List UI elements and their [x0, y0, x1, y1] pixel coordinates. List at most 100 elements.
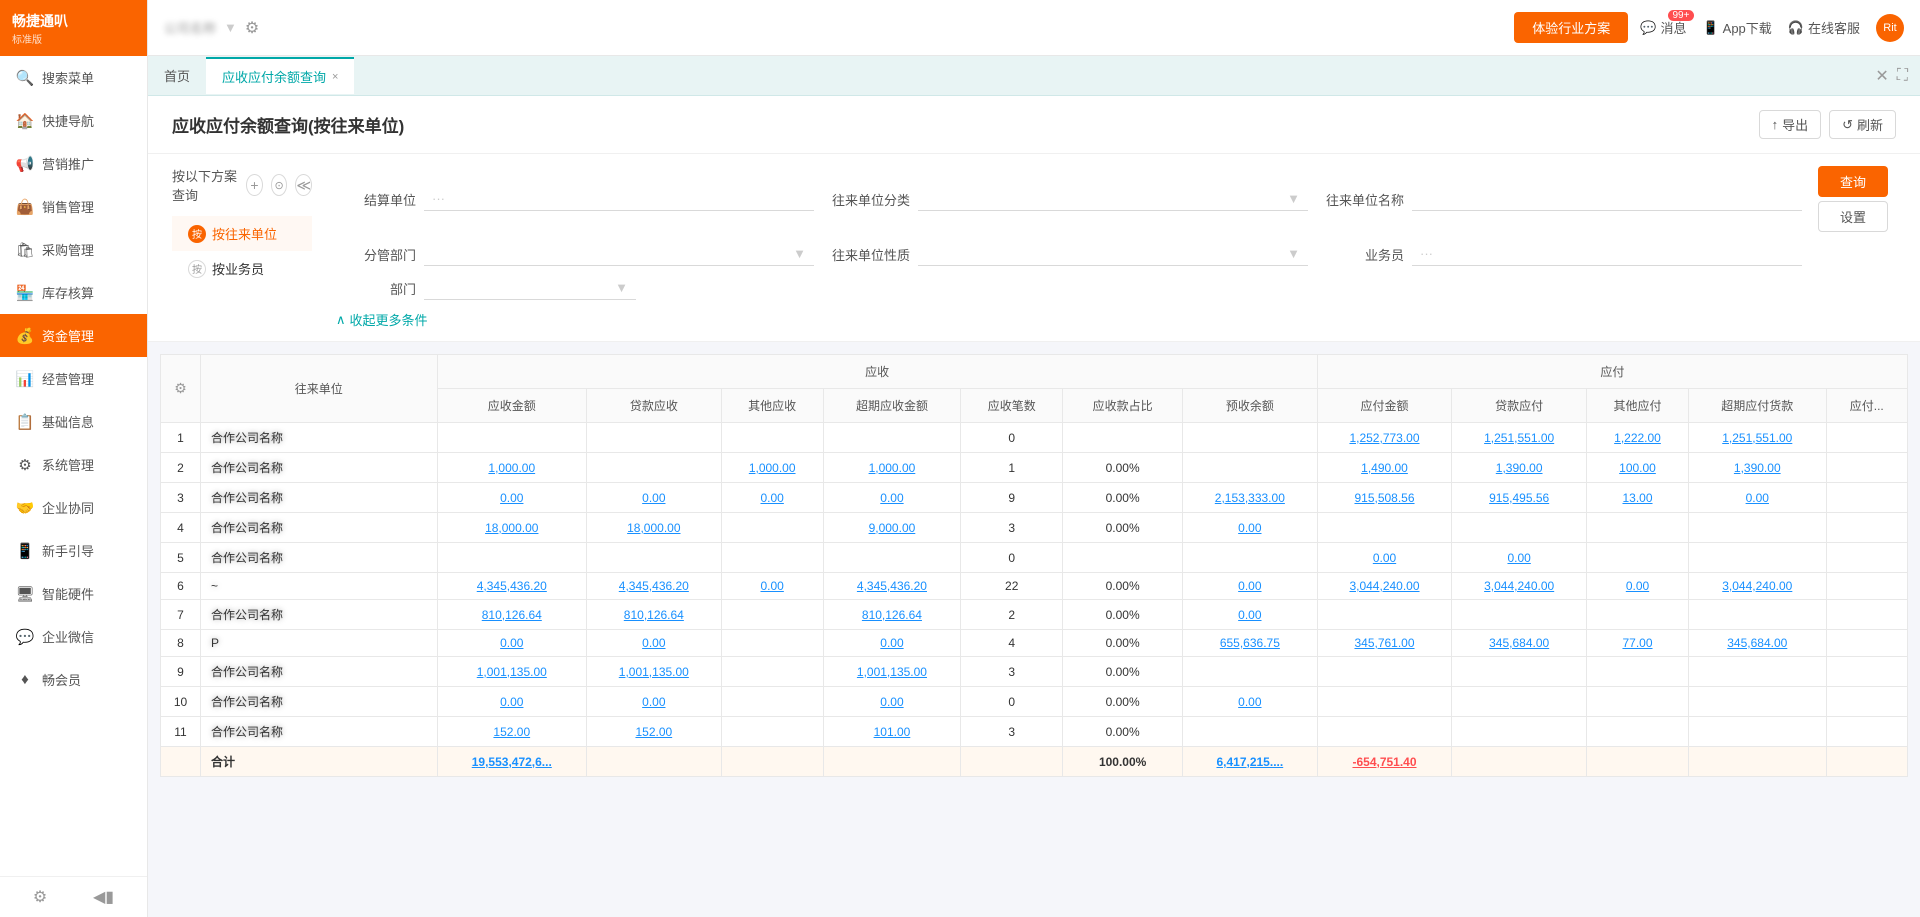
- refresh-button[interactable]: ↺ 刷新: [1829, 110, 1896, 139]
- sidebar-item-collab[interactable]: 🤝 企业协同: [0, 486, 147, 529]
- row-other-payable[interactable]: 100.00: [1586, 453, 1688, 483]
- row-loan-receivable[interactable]: 0.00: [587, 483, 722, 513]
- unit-name-input[interactable]: [1412, 187, 1802, 211]
- settings-header-icon[interactable]: ⚙: [245, 18, 259, 38]
- row-loan-payable[interactable]: 345,684.00: [1452, 630, 1587, 657]
- row-overdue-payable[interactable]: 0.00: [1689, 483, 1827, 513]
- row-overdue-receivable[interactable]: 810,126.64: [823, 600, 961, 630]
- row-overdue-receivable[interactable]: 1,000.00: [823, 453, 961, 483]
- row-prepaid-balance[interactable]: 0.00: [1183, 600, 1318, 630]
- row-payable-amount[interactable]: 345,761.00: [1317, 630, 1452, 657]
- tab-receivable[interactable]: 应收应付余额查询 ×: [206, 57, 354, 94]
- tab-maximize-icon[interactable]: ⛶: [1897, 67, 1908, 85]
- row-receivable-amount[interactable]: 0.00: [437, 483, 586, 513]
- sidebar-item-business[interactable]: 📊 经营管理: [0, 357, 147, 400]
- row-loan-receivable[interactable]: 152.00: [587, 717, 722, 747]
- row-loan-receivable[interactable]: 810,126.64: [587, 600, 722, 630]
- sidebar-item-member[interactable]: ♦ 畅会员: [0, 658, 147, 701]
- tab-home[interactable]: 首页: [148, 58, 206, 93]
- scheme-by-unit[interactable]: 按 按往来单位: [172, 216, 312, 251]
- user-avatar[interactable]: Rit: [1876, 14, 1904, 42]
- row-overdue-receivable[interactable]: 9,000.00: [823, 513, 961, 543]
- row-loan-payable[interactable]: 3,044,240.00: [1452, 573, 1587, 600]
- row-prepaid-balance[interactable]: 655,636.75: [1183, 630, 1318, 657]
- row-loan-receivable[interactable]: 18,000.00: [587, 513, 722, 543]
- unit-category-select[interactable]: ▼: [918, 187, 1308, 211]
- row-other-receivable[interactable]: 0.00: [721, 573, 823, 600]
- row-payable-amount[interactable]: 3,044,240.00: [1317, 573, 1452, 600]
- sidebar-item-finance[interactable]: 💰 资金管理: [0, 314, 147, 357]
- row-overdue-payable[interactable]: 345,684.00: [1689, 630, 1827, 657]
- row-receivable-amount[interactable]: 152.00: [437, 717, 586, 747]
- settlement-unit-input[interactable]: ···: [424, 187, 814, 211]
- row-receivable-amount[interactable]: 0.00: [437, 630, 586, 657]
- sidebar-item-wechat[interactable]: 💬 企业微信: [0, 615, 147, 658]
- row-loan-receivable[interactable]: 0.00: [587, 687, 722, 717]
- row-payable-amount[interactable]: 1,490.00: [1317, 453, 1452, 483]
- query-button[interactable]: 查询: [1818, 166, 1888, 197]
- row-overdue-payable[interactable]: 1,390.00: [1689, 453, 1827, 483]
- row-overdue-receivable[interactable]: 4,345,436.20: [823, 573, 961, 600]
- row-other-payable[interactable]: 0.00: [1586, 573, 1688, 600]
- row-overdue-receivable[interactable]: 1,001,135.00: [823, 657, 961, 687]
- row-loan-payable[interactable]: 1,390.00: [1452, 453, 1587, 483]
- collapse-button[interactable]: ∧ 收起更多条件: [336, 310, 1896, 329]
- footer-prepaid-balance[interactable]: 6,417,215....: [1183, 747, 1318, 777]
- table-settings-icon[interactable]: ⚙: [174, 380, 187, 396]
- dept-select[interactable]: ▼: [424, 276, 636, 300]
- sidebar-item-system[interactable]: ⚙ 系统管理: [0, 443, 147, 486]
- row-receivable-amount[interactable]: 18,000.00: [437, 513, 586, 543]
- row-overdue-receivable[interactable]: 101.00: [823, 717, 961, 747]
- filter-collapse-icon[interactable]: ≪: [295, 174, 312, 196]
- row-other-payable[interactable]: 13.00: [1586, 483, 1688, 513]
- row-receivable-amount[interactable]: 4,345,436.20: [437, 573, 586, 600]
- row-overdue-receivable[interactable]: 0.00: [823, 483, 961, 513]
- row-payable-amount[interactable]: 915,508.56: [1317, 483, 1452, 513]
- export-button[interactable]: ↑ 导出: [1759, 110, 1822, 139]
- sidebar-item-marketing[interactable]: 📢 营销推广: [0, 142, 147, 185]
- sidebar-item-sales[interactable]: 👜 销售管理: [0, 185, 147, 228]
- department-select[interactable]: ▼: [424, 242, 814, 266]
- setting-button[interactable]: 设置: [1818, 201, 1888, 232]
- row-other-receivable[interactable]: 1,000.00: [721, 453, 823, 483]
- online-service-item[interactable]: 🎧 在线客服: [1788, 18, 1860, 37]
- settings-bottom-icon[interactable]: ⚙: [33, 887, 47, 907]
- row-prepaid-balance[interactable]: 0.00: [1183, 513, 1318, 543]
- footer-receivable-amount[interactable]: 19,553,472,6...: [437, 747, 586, 777]
- row-loan-payable[interactable]: 1,251,551.00: [1452, 423, 1587, 453]
- sidebar-item-search[interactable]: 🔍 搜索菜单: [0, 56, 147, 99]
- sidebar-item-quicknav[interactable]: 🏠 快捷导航: [0, 99, 147, 142]
- sidebar-item-purchase[interactable]: 🛍 采购管理: [0, 228, 147, 271]
- row-overdue-payable[interactable]: 1,251,551.00: [1689, 423, 1827, 453]
- filter-settings-icon[interactable]: ⊙: [271, 174, 288, 196]
- sidebar-item-inventory[interactable]: 🏪 库存核算: [0, 271, 147, 314]
- footer-payable-amount[interactable]: -654,751.40: [1317, 747, 1452, 777]
- salesperson-input[interactable]: ···: [1412, 242, 1802, 266]
- row-receivable-amount[interactable]: 0.00: [437, 687, 586, 717]
- row-other-payable[interactable]: 77.00: [1586, 630, 1688, 657]
- sidebar-item-hardware[interactable]: 🖥 智能硬件: [0, 572, 147, 615]
- row-receivable-amount[interactable]: 1,000.00: [437, 453, 586, 483]
- sidebar-item-basic[interactable]: 📋 基础信息: [0, 400, 147, 443]
- row-loan-receivable[interactable]: 4,345,436.20: [587, 573, 722, 600]
- row-receivable-amount[interactable]: 810,126.64: [437, 600, 586, 630]
- tab-close-window-icon[interactable]: ✕: [1875, 66, 1888, 86]
- app-download-item[interactable]: 📱 App下载: [1702, 18, 1771, 37]
- row-prepaid-balance[interactable]: 0.00: [1183, 687, 1318, 717]
- row-overdue-payable[interactable]: 3,044,240.00: [1689, 573, 1827, 600]
- row-overdue-receivable[interactable]: 0.00: [823, 687, 961, 717]
- row-loan-receivable[interactable]: 1,001,135.00: [587, 657, 722, 687]
- row-payable-amount[interactable]: 1,252,773.00: [1317, 423, 1452, 453]
- notification-item[interactable]: 💬 消息 99+: [1640, 18, 1686, 37]
- row-overdue-receivable[interactable]: 0.00: [823, 630, 961, 657]
- scheme-by-salesperson[interactable]: 按 按业务员: [172, 251, 312, 286]
- row-other-receivable[interactable]: 0.00: [721, 483, 823, 513]
- th-settings[interactable]: ⚙: [161, 355, 201, 423]
- row-payable-amount[interactable]: 0.00: [1317, 543, 1452, 573]
- row-receivable-amount[interactable]: 1,001,135.00: [437, 657, 586, 687]
- row-other-payable[interactable]: 1,222.00: [1586, 423, 1688, 453]
- filter-add-button[interactable]: +: [246, 174, 263, 196]
- collapse-bottom-icon[interactable]: ◀▮: [93, 887, 114, 907]
- unit-nature-select[interactable]: ▼: [918, 242, 1308, 266]
- row-loan-receivable[interactable]: 0.00: [587, 630, 722, 657]
